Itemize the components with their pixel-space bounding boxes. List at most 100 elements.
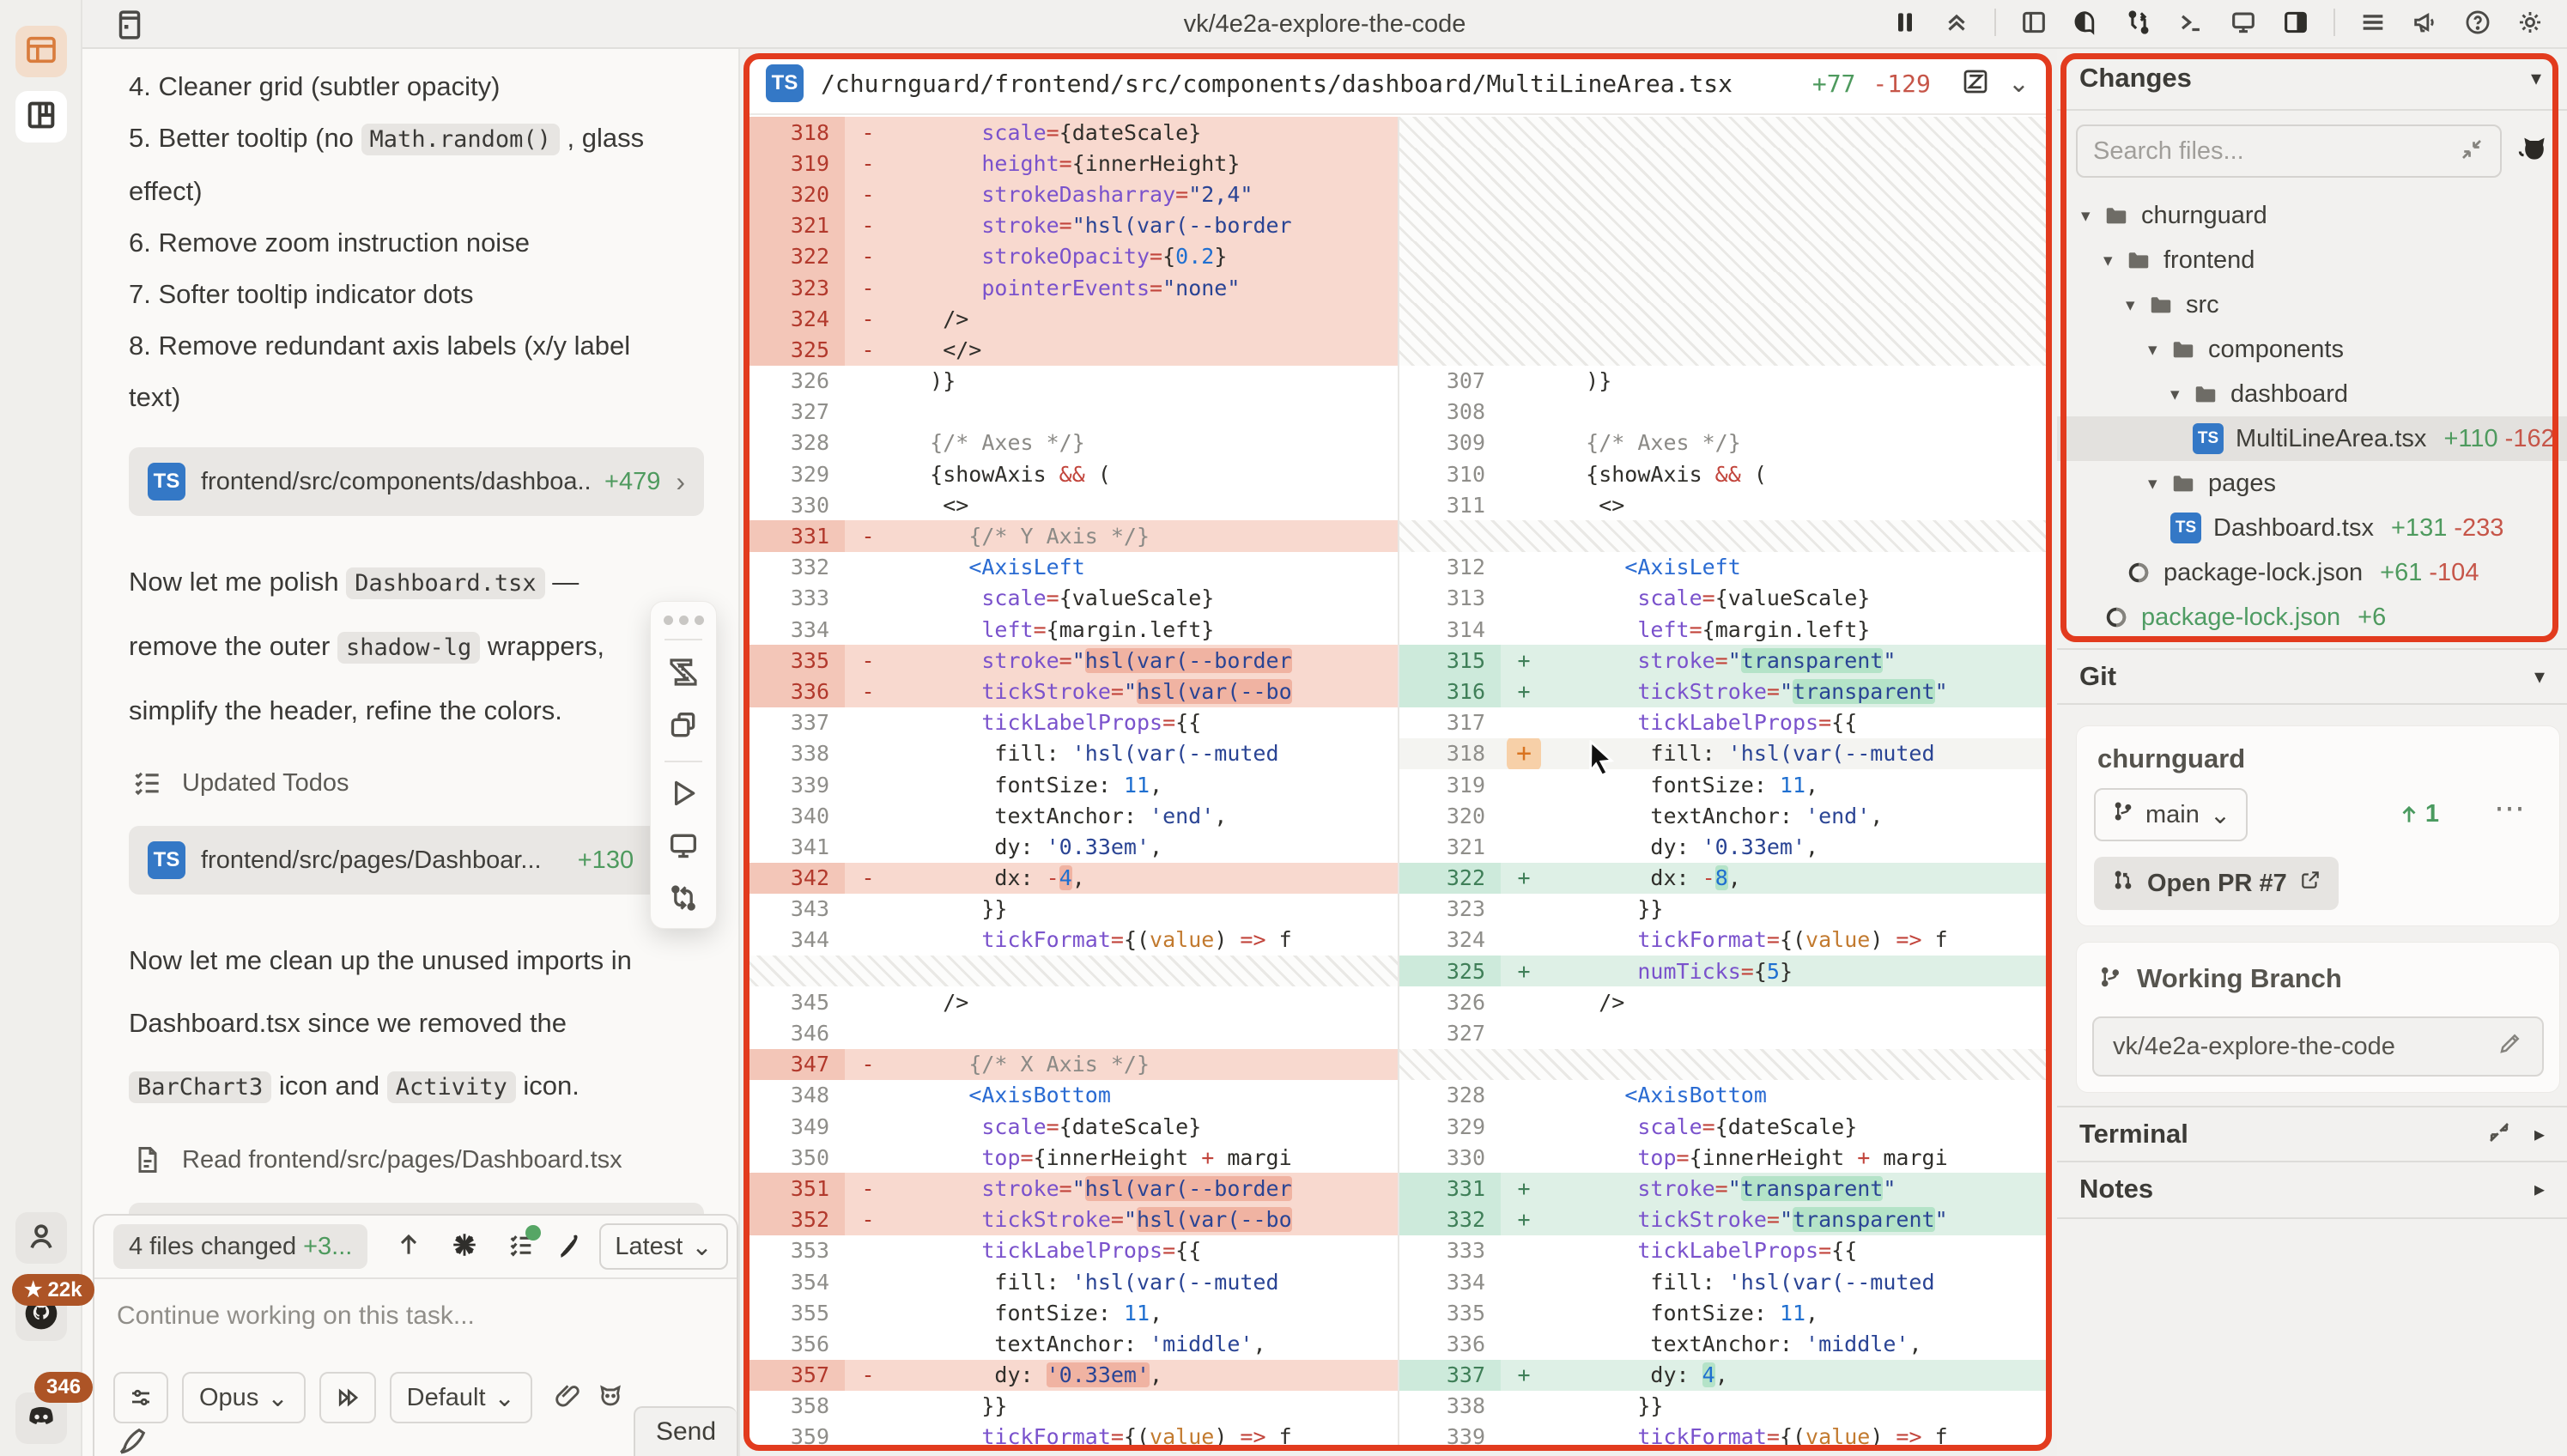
scroll-up-icon[interactable] (395, 1231, 422, 1263)
feedback-megaphone-button[interactable] (2411, 8, 2440, 37)
chevron-down-icon[interactable]: ⌄ (2008, 69, 2030, 99)
line-number: 316 (1399, 676, 1501, 707)
code-token: tickStroke (1637, 679, 1767, 704)
branch-dropdown[interactable]: main ⌄ (2094, 788, 2248, 841)
diff-left-ctx: 333 scale={valueScale} (743, 583, 1398, 614)
zed-logo-icon[interactable] (665, 654, 701, 695)
git-panel-toggle[interactable] (2124, 8, 2153, 37)
ahead-count[interactable]: 1 (2398, 800, 2439, 828)
diff-right-add: 325+ numTicks={5} (1398, 956, 2052, 986)
diff-right-add: 315+ stroke="transparent" (1398, 645, 2052, 676)
caret-down-icon[interactable]: ▾ (2103, 250, 2126, 271)
caret-right-icon[interactable]: ▸ (2534, 1122, 2545, 1147)
tool-call-row[interactable]: Read frontend/src/pages/Dashboard.tsx (129, 1141, 704, 1179)
account-button[interactable] (15, 1212, 67, 1264)
code-line: {showAxis && ( (891, 462, 1398, 487)
latest-dropdown[interactable]: Latest ⌄ (599, 1223, 727, 1270)
settings-gear-button[interactable] (2515, 8, 2545, 37)
code-token: )} (1547, 368, 1611, 393)
quill-pen-icon[interactable] (115, 1423, 151, 1456)
file-chip[interactable]: TSfrontend/src/pages/Dashboar...+130-22 (129, 826, 704, 895)
file-chip[interactable]: TSfrontend/src/components/dashboa...+479… (129, 447, 704, 516)
code-token: fontSize: (1547, 1301, 1780, 1326)
code-token: scale (1637, 1114, 1702, 1139)
search-files-input[interactable] (2093, 137, 2449, 166)
file-chip-added: +130 (578, 846, 634, 875)
play-icon[interactable] (666, 776, 701, 815)
typescript-badge: TS (148, 463, 185, 500)
code-line: textAnchor: 'middle', (1547, 1332, 2052, 1356)
tree-item-churnguard[interactable]: ▾churnguard (2057, 193, 2567, 238)
toolbar-divider (1994, 9, 1996, 36)
tree-item-package-lock-json[interactable]: package-lock.json+6 (2057, 595, 2567, 640)
add-comment-button[interactable]: + (1507, 738, 1541, 769)
expand-icon[interactable] (2486, 1119, 2512, 1150)
copy-icon[interactable] (666, 708, 701, 747)
tree-item-multilinearea-tsx[interactable]: TSMultiLineArea.tsx+110 -162 (2057, 416, 2567, 461)
zed-edit-icon[interactable] (1960, 66, 1991, 101)
monitor-icon[interactable] (666, 828, 701, 867)
menu-button[interactable] (2358, 8, 2388, 37)
left-panel-toggle[interactable] (2019, 8, 2048, 37)
mode-dropdown[interactable]: Default⌄ (390, 1372, 532, 1423)
code-token: , (1253, 1332, 1265, 1356)
diff-row: 343 }}323 }} (743, 894, 2052, 925)
grid-view-button[interactable] (15, 91, 67, 143)
fast-forward-button[interactable] (319, 1372, 376, 1423)
attach-paperclip-icon[interactable] (553, 1381, 582, 1415)
open-pr-button[interactable]: Open PR #7 (2094, 857, 2339, 910)
more-options-button[interactable]: ⋯ (2494, 790, 2528, 826)
search-files-box[interactable] (2076, 124, 2502, 178)
burst-icon[interactable] (450, 1230, 479, 1264)
right-panel-toggle[interactable] (2281, 8, 2310, 37)
diff-file-path: /churnguard/frontend/src/components/dash… (821, 70, 1795, 98)
tool-call-row[interactable]: Updated Todos (129, 764, 704, 802)
caret-right-icon[interactable]: ▸ (2534, 1177, 2545, 1202)
working-branch-input[interactable]: vk/4e2a-explore-the-code (2092, 1016, 2544, 1077)
diff-left-ctx: 349 scale={dateScale} (743, 1111, 1398, 1142)
diff-row: 335- stroke="hsl(var(--border315+ stroke… (743, 645, 2052, 676)
tree-item-frontend[interactable]: ▾frontend (2057, 238, 2567, 282)
drag-handle-dots[interactable] (664, 616, 704, 625)
file-chip[interactable]: TSfrontend/src/pages/Dashboard.tsx+1-5› (129, 1203, 704, 1214)
screen-share-button[interactable] (2229, 8, 2258, 37)
assistant-message: 4. Cleaner grid (subtler opacity)5. Bett… (129, 61, 704, 423)
caret-down-icon[interactable]: ▾ (2531, 66, 2541, 91)
send-button[interactable]: Send (634, 1406, 737, 1456)
collapse-tree-icon[interactable] (2459, 136, 2485, 167)
tree-item-dashboard[interactable]: ▾dashboard (2057, 372, 2567, 416)
diff-right-hatch (1398, 210, 2052, 241)
git-compare-icon[interactable] (666, 881, 701, 919)
code-token: {dateScale} (1059, 120, 1202, 145)
todos-status-icon[interactable] (507, 1230, 536, 1264)
tree-item-src[interactable]: ▾src (2057, 282, 2567, 327)
collapse-all-button[interactable] (1942, 8, 1971, 37)
code-token: 4 (1059, 865, 1072, 890)
caret-down-icon[interactable]: ▾ (2534, 664, 2545, 689)
caret-down-icon[interactable]: ▾ (2148, 473, 2170, 494)
assistant-toggle[interactable] (2072, 8, 2101, 37)
cat-icon[interactable] (2517, 132, 2552, 171)
settings-sliders-button[interactable] (113, 1372, 168, 1423)
tree-item-pages[interactable]: ▾pages (2057, 461, 2567, 506)
tree-item-package-lock-json[interactable]: package-lock.json+61 -104 (2057, 550, 2567, 595)
tree-item-dashboard-tsx[interactable]: TSDashboard.tsx+131 -233 (2057, 506, 2567, 550)
code-line: /> (891, 990, 1398, 1015)
panel-layout-button[interactable] (15, 26, 67, 77)
model-dropdown[interactable]: Opus⌄ (182, 1372, 306, 1423)
message-input[interactable] (117, 1301, 707, 1331)
terminal-toggle[interactable] (2176, 8, 2206, 37)
code-token: } (1780, 959, 1793, 984)
help-button[interactable] (2463, 8, 2492, 37)
tree-item-components[interactable]: ▾components (2057, 327, 2567, 372)
code-token: <> (891, 493, 968, 518)
caret-down-icon[interactable]: ▾ (2126, 294, 2148, 316)
caret-down-icon[interactable]: ▾ (2170, 384, 2193, 405)
cat-icon[interactable] (596, 1381, 625, 1415)
edit-pencil-icon[interactable] (2497, 1030, 2523, 1063)
pause-button[interactable] (1891, 8, 1919, 37)
files-changed-chip[interactable]: 4 files changed +3... (113, 1224, 367, 1269)
caret-down-icon[interactable]: ▾ (2081, 205, 2103, 227)
code-token (891, 710, 981, 735)
caret-down-icon[interactable]: ▾ (2148, 339, 2170, 361)
